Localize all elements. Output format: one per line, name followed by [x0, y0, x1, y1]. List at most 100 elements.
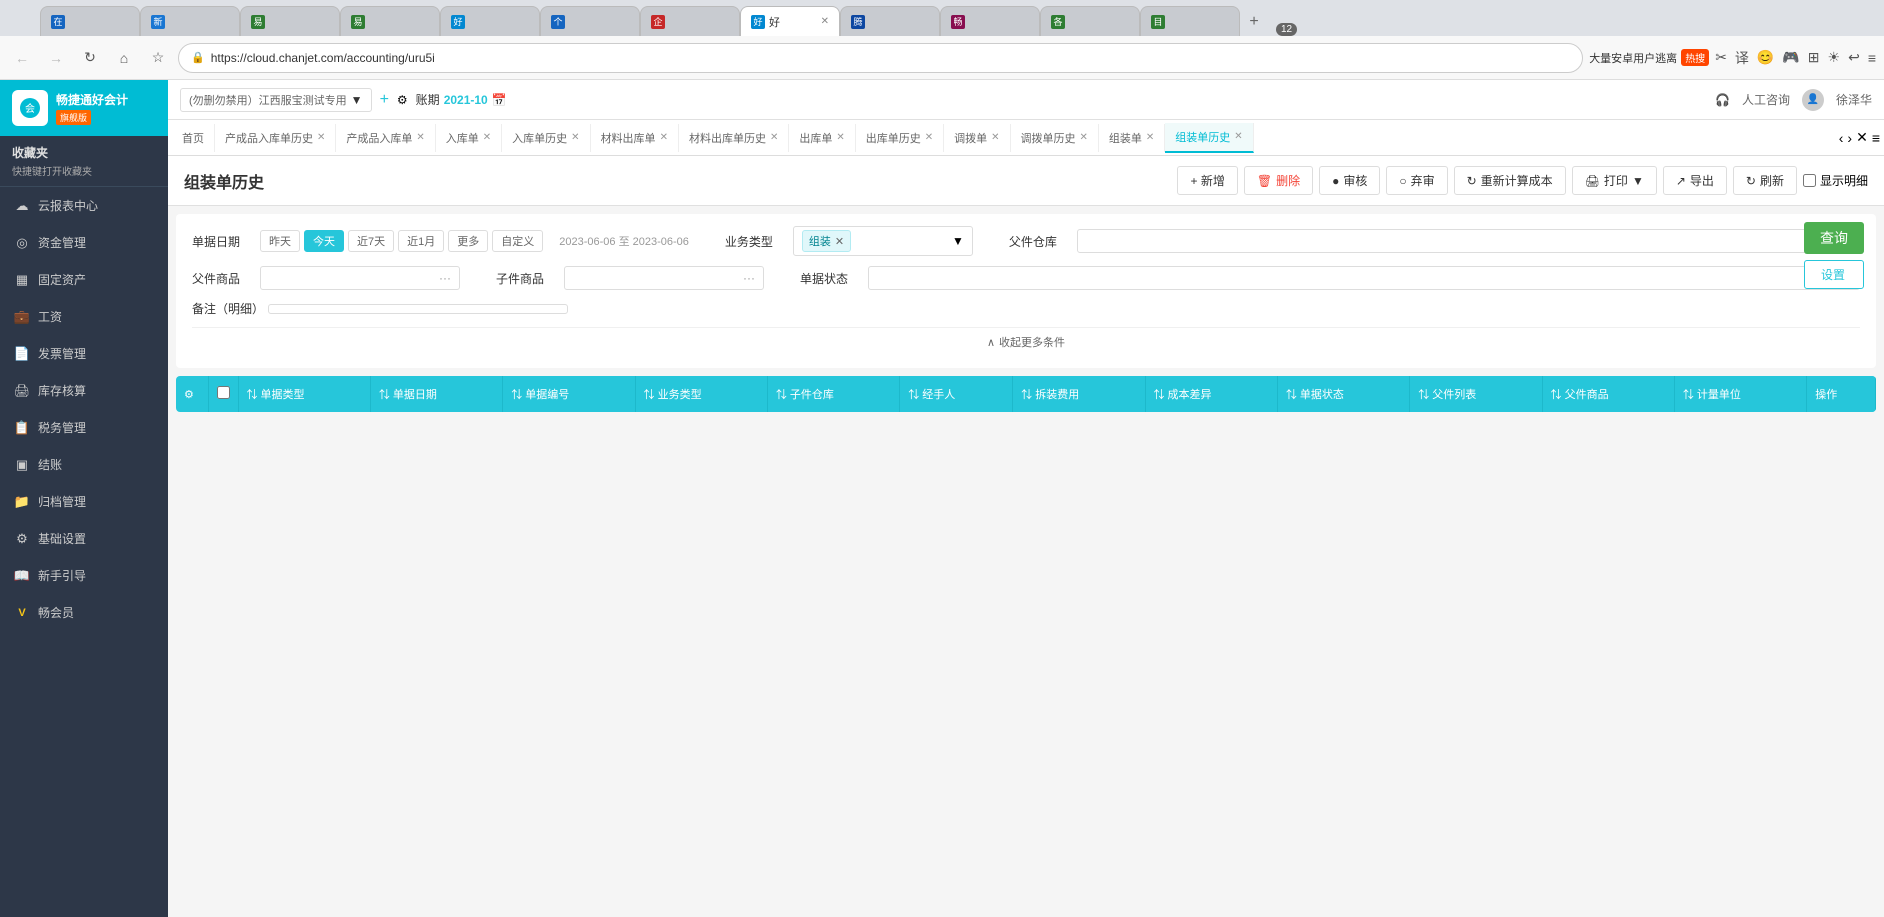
- sidebar-item-fixed-assets[interactable]: ▦ 固定资产: [0, 261, 168, 298]
- kit-order-close[interactable]: ✕: [1146, 132, 1154, 143]
- add-period-btn[interactable]: +: [380, 91, 389, 109]
- date-btn-7days[interactable]: 近7天: [348, 230, 394, 252]
- forward-button[interactable]: →: [42, 44, 70, 72]
- th-order-type[interactable]: ⇅ 单据类型: [238, 376, 370, 412]
- th-child-warehouse[interactable]: ⇅ 子件仓库: [767, 376, 899, 412]
- new-tab-button[interactable]: +: [1240, 8, 1268, 36]
- game-icon[interactable]: 🎮: [1782, 49, 1799, 66]
- browser-tab-10[interactable]: 畅: [940, 6, 1040, 36]
- sidebar-item-cloud-report[interactable]: ☁ 云报表中心: [0, 187, 168, 224]
- refresh-button[interactable]: ↻ 刷新: [1733, 166, 1797, 195]
- doc-tab-prod-in[interactable]: 产成品入库单 ✕: [336, 124, 435, 152]
- sidebar-item-settings[interactable]: ⚙ 基础设置: [0, 520, 168, 557]
- browser-tab-8-active[interactable]: 好 好 ✕: [740, 6, 840, 36]
- emoji-icon[interactable]: 😊: [1757, 49, 1774, 66]
- doc-tab-out-history[interactable]: 出库单历史 ✕: [856, 124, 944, 152]
- th-checkbox[interactable]: [208, 376, 238, 412]
- doc-tab-mat-out-history[interactable]: 材料出库单历史 ✕: [679, 124, 789, 152]
- tab-more-icon[interactable]: ≡: [1872, 130, 1880, 146]
- filter-settings-button[interactable]: 设置: [1804, 260, 1864, 289]
- parent-goods-input[interactable]: ···: [260, 266, 460, 290]
- abandon-button[interactable]: ○ 弃审: [1386, 166, 1447, 195]
- reload-button[interactable]: ↻: [76, 44, 104, 72]
- doc-tab-in-history[interactable]: 入库单历史 ✕: [502, 124, 590, 152]
- sidebar-item-fund-mgmt[interactable]: ◎ 资金管理: [0, 224, 168, 261]
- tab-prev-icon[interactable]: ‹: [1839, 130, 1844, 146]
- th-cost-diff[interactable]: ⇅ 成本差异: [1145, 376, 1277, 412]
- tab-close-all-icon[interactable]: ✕: [1856, 129, 1868, 146]
- th-settings[interactable]: ⚙: [176, 376, 208, 412]
- th-order-date[interactable]: ⇅ 单据日期: [370, 376, 502, 412]
- browser-tab-12[interactable]: 目: [1140, 6, 1240, 36]
- doc-tab-prod-in-history[interactable]: 产成品入库单历史 ✕: [215, 124, 336, 152]
- horizontal-scrollbar[interactable]: [176, 420, 1876, 436]
- browser-tab-9[interactable]: 腾: [840, 6, 940, 36]
- sidebar-item-member[interactable]: V 畅会员: [0, 594, 168, 631]
- parent-warehouse-input[interactable]: ···: [1077, 229, 1860, 253]
- th-parent-list[interactable]: ⇅ 父件列表: [1410, 376, 1542, 412]
- browser-tab-7[interactable]: 企: [640, 6, 740, 36]
- browser-tab-11[interactable]: 各: [1040, 6, 1140, 36]
- settings-gear[interactable]: ⚙: [397, 93, 408, 107]
- prod-in-history-close[interactable]: ✕: [317, 132, 325, 143]
- print-button[interactable]: 🖨 打印 ▼: [1572, 166, 1657, 195]
- browser-tab-3[interactable]: 易: [240, 6, 340, 36]
- browser-tab-2[interactable]: 新: [140, 6, 240, 36]
- brightness-icon[interactable]: ☀: [1828, 49, 1841, 66]
- out-history-close[interactable]: ✕: [925, 132, 933, 143]
- support-label[interactable]: 人工咨询: [1742, 91, 1790, 108]
- notes-input[interactable]: [268, 304, 568, 314]
- child-goods-input[interactable]: ···: [564, 266, 764, 290]
- date-btn-today[interactable]: 今天: [304, 230, 344, 252]
- th-handler[interactable]: ⇅ 经手人: [900, 376, 1013, 412]
- show-detail-checkbox[interactable]: [1803, 174, 1816, 187]
- browser-tab-6[interactable]: 个: [540, 6, 640, 36]
- sidebar-item-salary[interactable]: 💼 工资: [0, 298, 168, 335]
- th-disassemble-fee[interactable]: ⇅ 拆装费用: [1013, 376, 1145, 412]
- new-button[interactable]: + 新增: [1177, 166, 1237, 195]
- business-type-input[interactable]: 组装 ✕ ▼: [793, 226, 973, 256]
- doc-tab-out-order[interactable]: 出库单 ✕: [789, 124, 855, 152]
- export-button[interactable]: ↗ 导出: [1663, 166, 1727, 195]
- recalc-button[interactable]: ↻ 重新计算成本: [1454, 166, 1566, 195]
- th-biz-type[interactable]: ⇅ 业务类型: [635, 376, 767, 412]
- browser-tab-4[interactable]: 易: [340, 6, 440, 36]
- delete-button[interactable]: 🗑 删除: [1244, 166, 1313, 195]
- business-tag-close[interactable]: ✕: [835, 235, 844, 248]
- assemble-close[interactable]: ✕: [991, 132, 999, 143]
- sidebar-item-tax[interactable]: 📋 税务管理: [0, 409, 168, 446]
- translate-icon[interactable]: 译: [1735, 48, 1749, 68]
- doc-tab-kit-order[interactable]: 组装单 ✕: [1099, 124, 1165, 152]
- doc-tab-mat-out[interactable]: 材料出库单 ✕: [591, 124, 679, 152]
- active-tab-close[interactable]: ✕: [821, 16, 829, 27]
- undo-icon[interactable]: ↩: [1848, 49, 1860, 66]
- out-order-close[interactable]: ✕: [836, 132, 844, 143]
- sidebar-item-inventory[interactable]: 🖨 库存核算: [0, 372, 168, 409]
- order-status-input[interactable]: ▼: [868, 266, 1860, 290]
- date-btn-more[interactable]: 更多: [448, 230, 488, 252]
- audit-button[interactable]: ● 审核: [1319, 166, 1380, 195]
- date-btn-yesterday[interactable]: 昨天: [260, 230, 300, 252]
- browser-tab-1[interactable]: 在: [40, 6, 140, 36]
- kit-history-close[interactable]: ✕: [1234, 131, 1242, 142]
- doc-tab-kit-history[interactable]: 组装单历史 ✕: [1165, 123, 1253, 153]
- sidebar-item-archive[interactable]: 📁 归档管理: [0, 483, 168, 520]
- sidebar-item-guide[interactable]: 📖 新手引导: [0, 557, 168, 594]
- collapse-bar[interactable]: ∧ 收起更多条件: [192, 327, 1860, 356]
- menu-icon[interactable]: ≡: [1868, 50, 1876, 66]
- bookmark-button[interactable]: ☆: [144, 44, 172, 72]
- in-order-close[interactable]: ✕: [483, 132, 491, 143]
- tab-next-icon[interactable]: ›: [1847, 130, 1852, 146]
- company-selector[interactable]: (勿删勿禁用）江西服宝测试专用 ▼: [180, 88, 372, 112]
- calendar-icon[interactable]: 📅: [492, 93, 507, 107]
- back-button[interactable]: ←: [8, 44, 36, 72]
- doc-tab-in-order[interactable]: 入库单 ✕: [436, 124, 502, 152]
- assemble-history-close[interactable]: ✕: [1080, 132, 1088, 143]
- scissors-icon[interactable]: ✂: [1715, 49, 1727, 66]
- th-order-status[interactable]: ⇅ 单据状态: [1277, 376, 1409, 412]
- date-btn-1month[interactable]: 近1月: [398, 230, 444, 252]
- browser-tab-5[interactable]: 好: [440, 6, 540, 36]
- home-button[interactable]: ⌂: [110, 44, 138, 72]
- sidebar-item-invoice[interactable]: 📄 发票管理: [0, 335, 168, 372]
- mat-out-history-close[interactable]: ✕: [770, 132, 778, 143]
